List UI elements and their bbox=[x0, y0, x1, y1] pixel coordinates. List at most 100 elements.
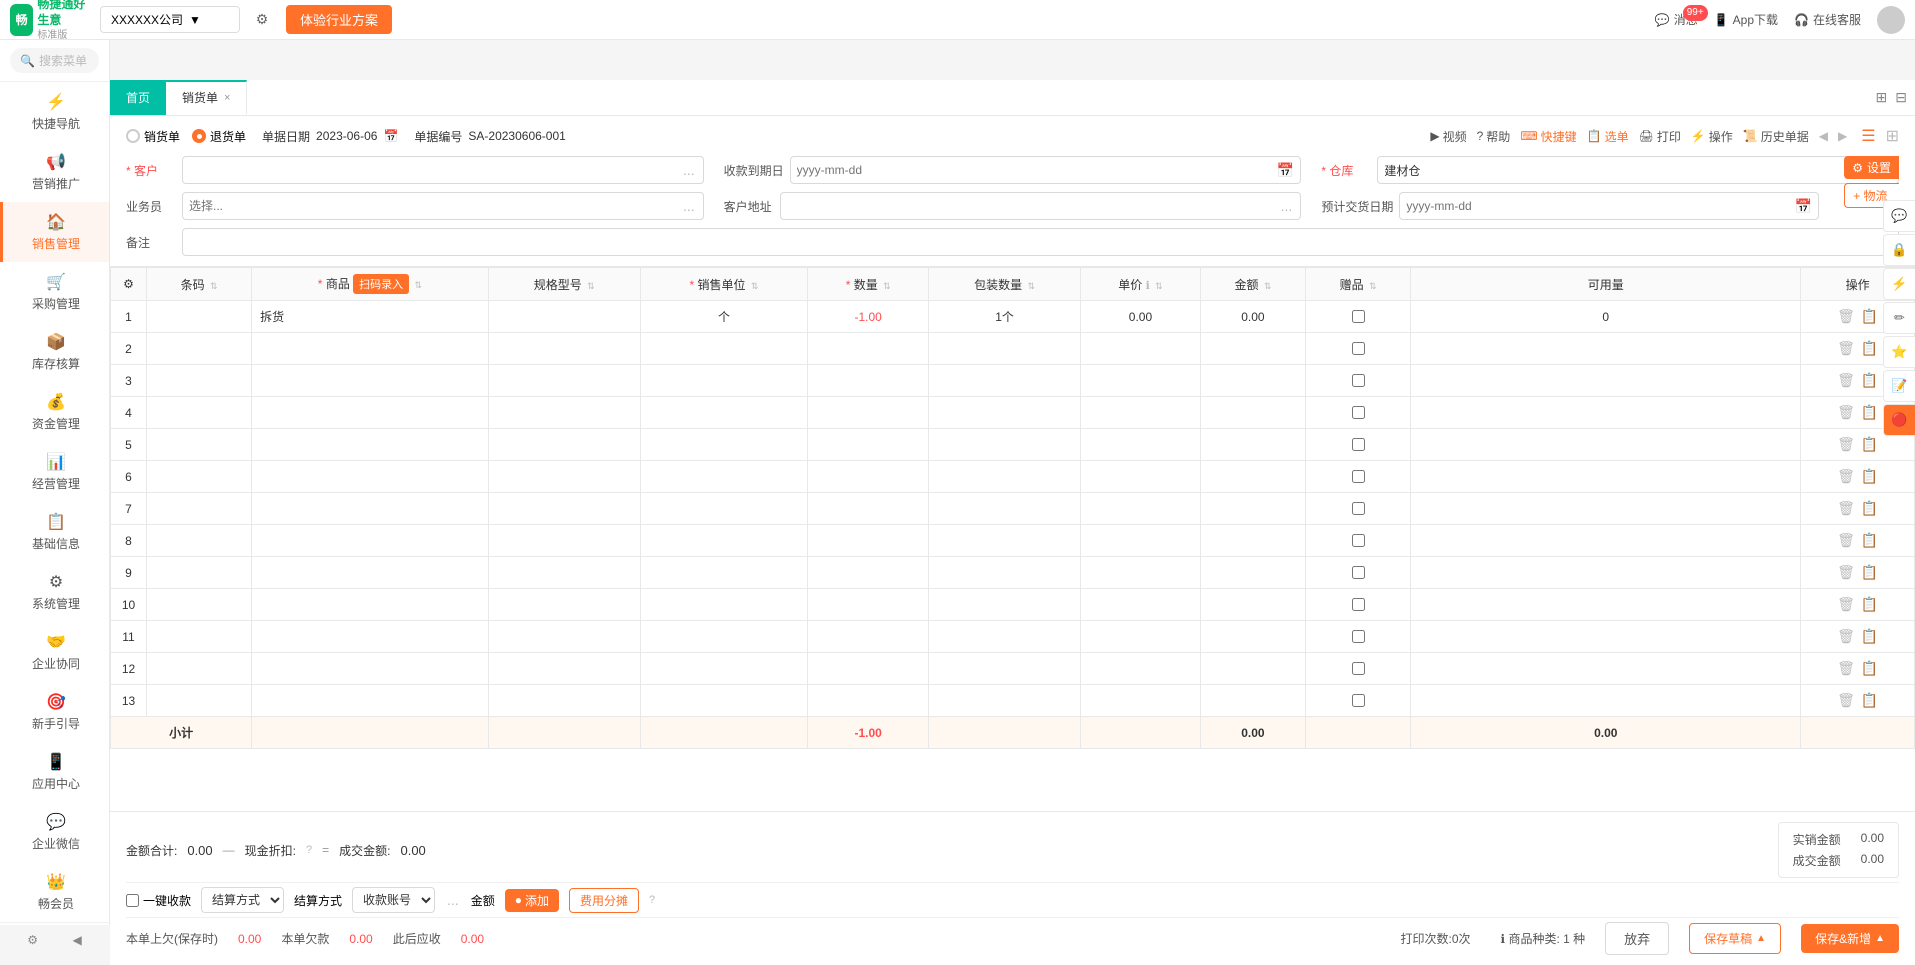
payment-method-select[interactable]: 结算方式 bbox=[201, 887, 284, 913]
settings-gear-icon[interactable]: ⚙ bbox=[248, 6, 276, 34]
delete-icon[interactable]: 🗑 bbox=[1837, 692, 1855, 709]
gift-checkbox[interactable] bbox=[1352, 310, 1365, 323]
gift-checkbox[interactable] bbox=[1352, 694, 1365, 707]
delete-icon[interactable]: 🗑 bbox=[1837, 660, 1855, 677]
sidebar-item-app-center[interactable]: 📱 应用中心 bbox=[0, 742, 109, 802]
right-panel-orange[interactable]: 🔴 bbox=[1883, 404, 1915, 436]
copy-icon[interactable]: 📋 bbox=[1861, 500, 1878, 517]
one-click-payment-checkbox[interactable]: 一键收款 bbox=[126, 892, 191, 909]
select-action[interactable]: 📋 选单 bbox=[1587, 128, 1629, 145]
delete-icon[interactable]: 🗑 bbox=[1837, 340, 1855, 357]
add-payment-button[interactable]: ● 添加 bbox=[505, 889, 559, 912]
gift-checkbox[interactable] bbox=[1352, 406, 1365, 419]
delete-icon[interactable]: 🗑 bbox=[1837, 564, 1855, 581]
avatar[interactable] bbox=[1877, 6, 1905, 34]
row-quantity[interactable]: -1.00 bbox=[808, 301, 929, 333]
sidebar-item-purchase[interactable]: 🛒 采购管理 bbox=[0, 262, 109, 322]
sidebar-search[interactable]: 🔍 搜索菜单 bbox=[0, 40, 109, 82]
sidebar-item-guide[interactable]: 🎯 新手引导 bbox=[0, 682, 109, 742]
remark-input[interactable] bbox=[189, 235, 1892, 249]
history-action[interactable]: 📜 历史单据 bbox=[1743, 128, 1809, 145]
warehouse-wrap[interactable]: ... bbox=[1377, 156, 1899, 184]
trial-button[interactable]: 体验行业方案 bbox=[286, 5, 392, 34]
copy-icon[interactable]: 📋 bbox=[1861, 436, 1878, 453]
sidebar-item-base[interactable]: 📋 基础信息 bbox=[0, 502, 109, 562]
delete-icon[interactable]: 🗑 bbox=[1837, 308, 1855, 325]
row-amount[interactable]: 0.00 bbox=[1200, 301, 1305, 333]
tab-home[interactable]: 首页 bbox=[110, 80, 166, 115]
salesperson-dots[interactable]: ... bbox=[681, 198, 697, 214]
sidebar-settings-icon[interactable]: ⚙ bbox=[27, 933, 38, 947]
customer-address-wrap[interactable]: ... bbox=[780, 192, 1302, 220]
customer-address-input[interactable] bbox=[787, 199, 1279, 213]
address-dots[interactable]: ... bbox=[1279, 198, 1295, 214]
delivery-calendar-icon[interactable]: 📅 bbox=[1795, 198, 1812, 215]
print-action[interactable]: 🖨 打印 bbox=[1639, 128, 1681, 145]
app-download-item[interactable]: 📱 App下载 bbox=[1714, 11, 1778, 28]
right-panel-edit[interactable]: ✏ bbox=[1883, 302, 1915, 334]
salesperson-wrap[interactable]: ... bbox=[182, 192, 704, 220]
sidebar-item-quick-nav[interactable]: ⚡ 快捷导航 bbox=[0, 82, 109, 142]
copy-icon[interactable]: 📋 bbox=[1861, 308, 1878, 325]
gift-checkbox[interactable] bbox=[1352, 470, 1365, 483]
row-spec[interactable] bbox=[488, 301, 640, 333]
gift-checkbox[interactable] bbox=[1352, 662, 1365, 675]
sidebar-item-ops[interactable]: 📊 经营管理 bbox=[0, 442, 109, 502]
row-unit-price[interactable]: 0.00 bbox=[1081, 301, 1201, 333]
video-action[interactable]: ▶ 视频 bbox=[1430, 128, 1466, 145]
copy-icon[interactable]: 📋 bbox=[1861, 564, 1878, 581]
list-view-icon[interactable]: ☰ bbox=[1861, 126, 1875, 146]
sidebar-item-corp-wechat[interactable]: 💬 企业微信 bbox=[0, 802, 109, 862]
payment-checkbox[interactable] bbox=[126, 894, 139, 907]
row-gift[interactable] bbox=[1306, 301, 1411, 333]
sidebar-item-member[interactable]: 👑 畅会员 bbox=[0, 862, 109, 922]
gift-checkbox[interactable] bbox=[1352, 630, 1365, 643]
remark-wrap[interactable] bbox=[182, 228, 1899, 256]
copy-icon[interactable]: 📋 bbox=[1861, 628, 1878, 645]
fenyong-button[interactable]: 费用分摊 bbox=[569, 888, 639, 913]
next-icon[interactable]: ▶ bbox=[1838, 129, 1847, 143]
payment-due-calendar-icon[interactable]: 📅 bbox=[1277, 162, 1294, 179]
right-panel-note[interactable]: 📝 bbox=[1883, 370, 1915, 402]
payment-due-input[interactable] bbox=[797, 163, 1277, 177]
delete-icon[interactable]: 🗑 bbox=[1837, 628, 1855, 645]
th-settings[interactable]: ⚙ bbox=[111, 268, 147, 301]
copy-icon[interactable]: 📋 bbox=[1861, 468, 1878, 485]
setup-button[interactable]: ⚙ 设置 bbox=[1844, 156, 1899, 179]
delete-icon[interactable]: 🗑 bbox=[1837, 372, 1855, 389]
payment-due-wrap[interactable]: 📅 bbox=[790, 156, 1302, 184]
gift-checkbox[interactable] bbox=[1352, 566, 1365, 579]
copy-icon[interactable]: 📋 bbox=[1861, 340, 1878, 357]
right-panel-chat[interactable]: 💬 bbox=[1883, 200, 1915, 232]
scan-button[interactable]: 扫码录入 bbox=[353, 274, 409, 294]
salesperson-input[interactable] bbox=[189, 199, 681, 213]
sidebar-item-finance[interactable]: 💰 资金管理 bbox=[0, 382, 109, 442]
sidebar-collapse-icon[interactable]: ◀ bbox=[73, 933, 82, 947]
gift-checkbox[interactable] bbox=[1352, 374, 1365, 387]
expected-delivery-input[interactable] bbox=[1406, 199, 1794, 213]
message-icon-item[interactable]: 💬 消息 99+ bbox=[1655, 11, 1698, 28]
account-dots[interactable]: ... bbox=[445, 892, 461, 908]
row-unit[interactable]: 个 bbox=[640, 301, 808, 333]
delete-icon[interactable]: 🗑 bbox=[1837, 404, 1855, 421]
tab-sales-order[interactable]: 销货单 × bbox=[166, 80, 247, 115]
sidebar-item-marketing[interactable]: 📢 营销推广 bbox=[0, 142, 109, 202]
tab-layout-icon[interactable]: ⊟ bbox=[1895, 89, 1907, 106]
delete-icon[interactable]: 🗑 bbox=[1837, 468, 1855, 485]
discard-button[interactable]: 放弃 bbox=[1605, 922, 1669, 955]
operate-action[interactable]: ⚡ 操作 bbox=[1691, 128, 1733, 145]
gift-checkbox[interactable] bbox=[1352, 598, 1365, 611]
help-action[interactable]: ? 帮助 bbox=[1477, 128, 1511, 145]
delete-icon[interactable]: 🗑 bbox=[1837, 500, 1855, 517]
sidebar-item-enterprise[interactable]: 🤝 企业协同 bbox=[0, 622, 109, 682]
tab-expand-icon[interactable]: ⊞ bbox=[1876, 89, 1888, 106]
calendar-icon[interactable]: 📅 bbox=[383, 129, 398, 143]
right-panel-lock[interactable]: 🔒 bbox=[1883, 234, 1915, 266]
copy-icon[interactable]: 📋 bbox=[1861, 596, 1878, 613]
delete-icon[interactable]: 🗑 bbox=[1837, 532, 1855, 549]
save-new-button[interactable]: 保存&新增 ▲ bbox=[1801, 924, 1899, 953]
radio-sales-order[interactable]: 销货单 bbox=[126, 128, 180, 145]
customer-dots[interactable]: ... bbox=[681, 162, 697, 178]
prev-icon[interactable]: ◀ bbox=[1819, 129, 1828, 143]
delete-icon[interactable]: 🗑 bbox=[1837, 596, 1855, 613]
